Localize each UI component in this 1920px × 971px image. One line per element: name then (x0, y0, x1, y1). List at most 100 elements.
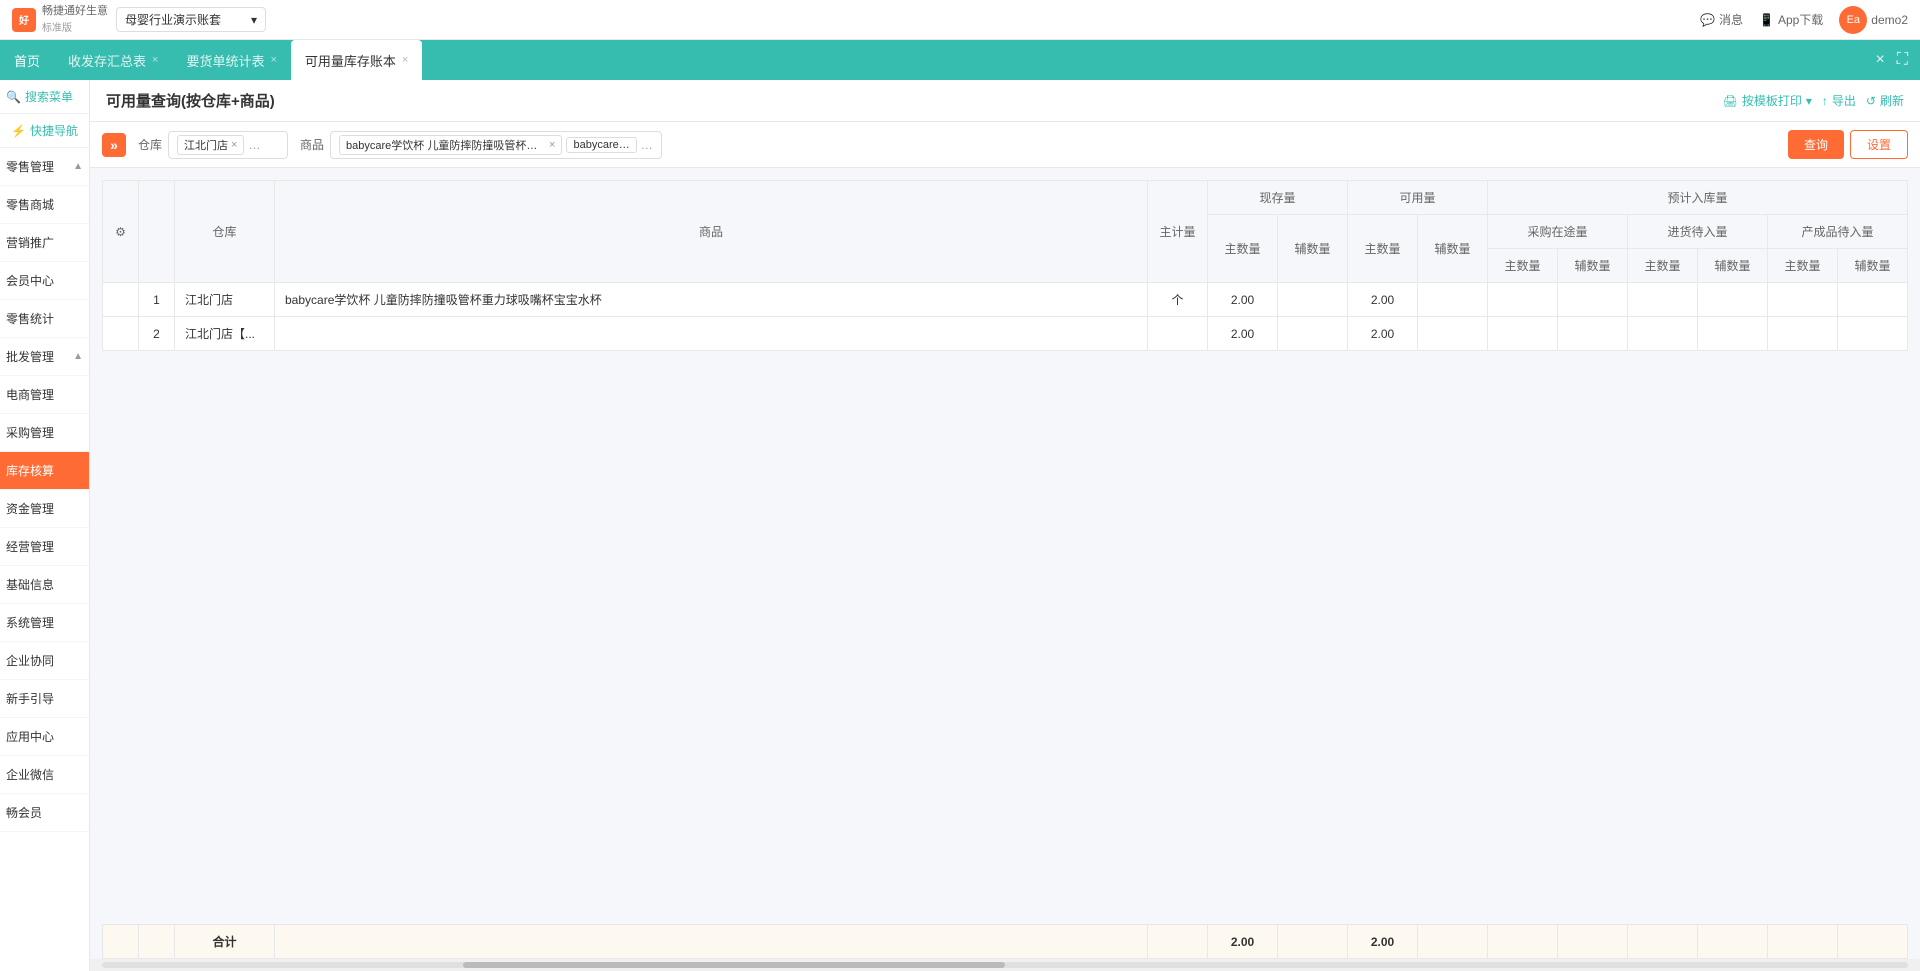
main-layout: 🔍 搜索菜单 ⚡ 快捷导航 零售管理 ▲ 零售商城 营销推广 会员中心 零售统计… (0, 80, 1920, 971)
sidebar-item-member[interactable]: 会员中心 (0, 262, 89, 300)
wechat-label: 企业微信 (6, 766, 54, 783)
print-icon: 🖨 (1723, 94, 1738, 108)
wholesale-arrow: ▲ (73, 351, 83, 362)
retail-stats-label: 零售统计 (6, 310, 54, 327)
export-button[interactable]: ↑ 导出 (1822, 92, 1856, 109)
tab-home[interactable]: 首页 (0, 40, 54, 80)
download-icon: 📱 (1759, 13, 1774, 27)
sidebar-item-guide[interactable]: 新手引导 (0, 680, 89, 718)
sidebar-item-app-center[interactable]: 应用中心 (0, 718, 89, 756)
total-incoming-sub-cell (1698, 925, 1768, 959)
toggle-icon: » (110, 137, 118, 153)
product-tag-1-value: babycare学饮杯 儿童防摔防撞吸管杯重力球吸嘴杯宝宝水杯 (346, 137, 546, 153)
row-no-1: 2 (139, 317, 175, 351)
logo-subtitle: 标准版 (42, 19, 108, 34)
row-available-main-0: 2.00 (1348, 283, 1418, 317)
th-unit: 主计量 (1148, 181, 1208, 283)
product-filter-input[interactable]: babycare学饮杯 儿童防摔防撞吸管杯重力球吸嘴杯宝宝水杯 × babyca… (330, 131, 662, 159)
th-stock-group: 现存量 (1208, 181, 1348, 215)
setting-button[interactable]: 设置 (1850, 130, 1908, 159)
warehouse-tag-remove[interactable]: × (231, 139, 237, 151)
filter-toggle[interactable]: » (102, 133, 126, 157)
maximize-icon[interactable]: ⛶ (1893, 47, 1912, 73)
total-settings-cell (103, 925, 139, 959)
row-available-sub-0 (1418, 283, 1488, 317)
receipts-tab-close[interactable]: × (152, 54, 158, 66)
total-production-main-cell (1768, 925, 1838, 959)
refresh-button[interactable]: ↺ 刷新 (1866, 92, 1904, 109)
total-production-sub-cell (1838, 925, 1908, 959)
product-more[interactable]: … (641, 138, 653, 152)
inventory-check-label: 库存核算 (6, 462, 54, 479)
user-label: demo2 (1871, 13, 1908, 27)
orders-tab-label: 要货单统计表 (186, 51, 264, 70)
print-label: 按模板打印 (1742, 92, 1802, 109)
logo-text: 畅捷通好生意 (42, 5, 108, 18)
export-label: 导出 (1832, 92, 1856, 109)
refresh-label: 刷新 (1880, 92, 1904, 109)
th-stock-sub: 辅数量 (1278, 215, 1348, 283)
row-product-0: babycare学饮杯 儿童防摔防撞吸管杯重力球吸嘴杯宝宝水杯 (275, 283, 1148, 317)
sidebar-item-finance[interactable]: 资金管理 (0, 490, 89, 528)
product-filter-group: 商品 babycare学饮杯 儿童防摔防撞吸管杯重力球吸嘴杯宝宝水杯 × bab… (300, 131, 662, 159)
tab-orders[interactable]: 要货单统计表 × (172, 40, 290, 80)
row-product-1 (275, 317, 1148, 351)
th-purchase-main: 主数量 (1488, 249, 1558, 283)
sidebar-item-member2[interactable]: 畅会员 (0, 794, 89, 832)
row-available-main-1: 2.00 (1348, 317, 1418, 351)
sidebar-item-retail-mall[interactable]: 零售商城 (0, 186, 89, 224)
row-incoming-sub-0 (1698, 283, 1768, 317)
sidebar-item-operations[interactable]: 经营管理 (0, 528, 89, 566)
member-label: 会员中心 (6, 272, 54, 289)
data-table: ⚙ 仓库 商品 主计量 现存量 可用量 预计入库量 主数量 辅数量 主数量 辅数… (102, 180, 1908, 351)
row-production-sub-1 (1838, 317, 1908, 351)
total-incoming-main-cell (1628, 925, 1698, 959)
close-all-icon[interactable]: × (1871, 47, 1888, 73)
product-tag-1-remove[interactable]: × (549, 139, 555, 151)
sidebar-item-retail-stats[interactable]: 零售统计 (0, 300, 89, 338)
search-icon: 🔍 (6, 90, 21, 104)
inventory-tab-close[interactable]: × (402, 54, 408, 66)
th-incoming-sub: 辅数量 (1698, 249, 1768, 283)
retail-mall-label: 零售商城 (6, 196, 54, 213)
user-menu[interactable]: Ea demo2 (1839, 6, 1908, 34)
sidebar-item-purchase[interactable]: 采购管理 (0, 414, 89, 452)
sidebar-item-wholesale[interactable]: 批发管理 ▲ (0, 338, 89, 376)
industry-selector[interactable]: 母婴行业演示账套 ▾ (116, 7, 266, 32)
sidebar-item-inventory-check[interactable]: 库存核算 (0, 452, 89, 490)
sidebar-item-marketing[interactable]: 营销推广 (0, 224, 89, 262)
warehouse-filter-input[interactable]: 江北门店 × … (168, 131, 288, 159)
total-table: 合计 2.00 2.00 (102, 924, 1908, 959)
nav-label: 快捷导航 (30, 122, 78, 139)
nav-tabs-right: × ⛶ (1871, 47, 1920, 73)
sidebar-item-retail-mgmt[interactable]: 零售管理 ▲ (0, 148, 89, 186)
scroll-bar-area[interactable] (90, 959, 1920, 971)
finance-label: 资金管理 (6, 500, 54, 517)
sidebar-quicknav[interactable]: ⚡ 快捷导航 (0, 114, 89, 148)
message-button[interactable]: 💬 消息 (1700, 11, 1743, 28)
enterprise-label: 企业协同 (6, 652, 54, 669)
total-stock-main-cell: 2.00 (1208, 925, 1278, 959)
row-warehouse-0: 江北门店 (175, 283, 275, 317)
sidebar-item-ecommerce[interactable]: 电商管理 (0, 376, 89, 414)
orders-tab-close[interactable]: × (270, 54, 276, 66)
row-available-sub-1 (1418, 317, 1488, 351)
th-settings[interactable]: ⚙ (103, 181, 139, 283)
download-button[interactable]: 📱 App下载 (1759, 11, 1823, 28)
query-button[interactable]: 查询 (1788, 130, 1844, 159)
warehouse-more[interactable]: … (248, 138, 260, 152)
sidebar-item-basics[interactable]: 基础信息 (0, 566, 89, 604)
sidebar-item-enterprise[interactable]: 企业协同 (0, 642, 89, 680)
sidebar-search[interactable]: 🔍 搜索菜单 (0, 80, 89, 114)
retail-mgmt-label: 零售管理 (6, 158, 54, 175)
tab-inventory[interactable]: 可用量库存账本 × (291, 40, 422, 80)
th-production-sub: 辅数量 (1838, 249, 1908, 283)
sidebar-item-wechat[interactable]: 企业微信 (0, 756, 89, 794)
industry-label: 母婴行业演示账套 (125, 11, 221, 28)
table-area: ⚙ 仓库 商品 主计量 现存量 可用量 预计入库量 主数量 辅数量 主数量 辅数… (90, 168, 1920, 924)
sidebar-item-system[interactable]: 系统管理 (0, 604, 89, 642)
print-button[interactable]: 🖨 按模板打印 ▾ (1723, 92, 1812, 109)
tab-receipts[interactable]: 收发存汇总表 × (54, 40, 172, 80)
warehouse-tag: 江北门店 × (177, 135, 244, 155)
th-purchase-sub: 辅数量 (1558, 249, 1628, 283)
